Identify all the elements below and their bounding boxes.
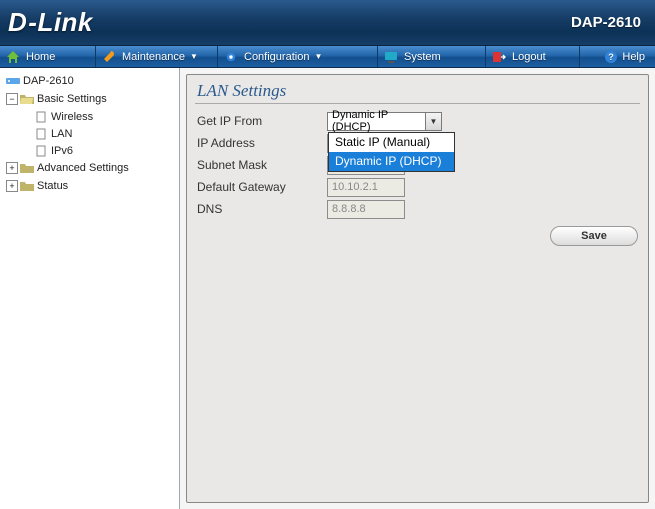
row-get-ip: Get IP From Dynamic IP (DHCP) ▼ Static I… (197, 110, 638, 132)
sidebar-tree: DAP-2610 − Basic Settings Wireless LAN I… (0, 68, 180, 509)
chevron-down-icon[interactable]: ▼ (425, 113, 441, 130)
nav-maintenance[interactable]: Maintenance ▼ (96, 46, 218, 67)
main-wrap: LAN Settings Get IP From Dynamic IP (DHC… (180, 68, 655, 509)
save-row: Save (197, 220, 638, 246)
nav-logout-label: Logout (512, 51, 546, 63)
collapse-icon[interactable]: − (6, 93, 18, 105)
dns-field[interactable] (327, 200, 405, 219)
label-ip-address: IP Address (197, 136, 327, 150)
get-ip-dropdown: Static IP (Manual) Dynamic IP (DHCP) (328, 132, 455, 172)
page-icon (34, 145, 48, 157)
nav-system-label: System (404, 51, 441, 63)
tree-root[interactable]: DAP-2610 (4, 72, 179, 90)
gear-icon (224, 50, 238, 64)
home-icon (6, 50, 20, 64)
folder-icon (20, 180, 34, 192)
model-label: DAP-2610 (571, 14, 641, 31)
body-container: DAP-2610 − Basic Settings Wireless LAN I… (0, 68, 655, 509)
content-panel: LAN Settings Get IP From Dynamic IP (DHC… (186, 74, 649, 503)
tree-basic-label: Basic Settings (37, 93, 107, 105)
tree-item-wireless[interactable]: Wireless (4, 108, 179, 125)
page-icon (34, 111, 48, 123)
tree-item-lan[interactable]: LAN (4, 125, 179, 142)
chevron-down-icon: ▼ (314, 52, 322, 61)
nav-configuration[interactable]: Configuration ▼ (218, 46, 378, 67)
nav-help[interactable]: ? Help (580, 46, 655, 67)
row-dns: DNS (197, 198, 638, 220)
tree-ipv6-label: IPv6 (51, 145, 73, 157)
row-gateway: Default Gateway (197, 176, 638, 198)
lan-form: Get IP From Dynamic IP (DHCP) ▼ Static I… (187, 110, 648, 502)
brand-logo: DD-Link-Link (8, 7, 93, 38)
header: DD-Link-Link DAP-2610 (0, 0, 655, 46)
label-get-ip: Get IP From (197, 114, 327, 128)
tree-lan-label: LAN (51, 128, 72, 140)
tree-status[interactable]: + Status (4, 177, 179, 195)
gateway-field[interactable] (327, 178, 405, 197)
folder-icon (20, 162, 34, 174)
label-dns: DNS (197, 202, 327, 216)
tree-item-ipv6[interactable]: IPv6 (4, 142, 179, 159)
tree-root-label: DAP-2610 (23, 75, 74, 87)
tree-advanced-settings[interactable]: + Advanced Settings (4, 159, 179, 177)
tree-advanced-label: Advanced Settings (37, 162, 129, 174)
expand-icon[interactable]: + (6, 162, 18, 174)
page-icon (34, 128, 48, 140)
tree-wireless-label: Wireless (51, 111, 93, 123)
expand-icon[interactable]: + (6, 180, 18, 192)
page-title: LAN Settings (187, 75, 648, 103)
divider (195, 103, 640, 104)
tree-status-label: Status (37, 180, 68, 192)
nav-home[interactable]: Home (0, 46, 96, 67)
option-static-ip[interactable]: Static IP (Manual) (329, 133, 454, 152)
top-navbar: Home Maintenance ▼ Configuration ▼ Syste… (0, 46, 655, 68)
device-icon (6, 75, 20, 87)
nav-help-label: Help (622, 51, 645, 63)
get-ip-select[interactable]: Dynamic IP (DHCP) ▼ Static IP (Manual) D… (327, 112, 442, 131)
option-dynamic-ip[interactable]: Dynamic IP (DHCP) (329, 152, 454, 171)
nav-configuration-label: Configuration (244, 51, 309, 63)
nav-maintenance-label: Maintenance (122, 51, 185, 63)
label-gateway: Default Gateway (197, 180, 327, 194)
logout-icon (492, 50, 506, 64)
folder-open-icon (20, 93, 34, 105)
system-icon (384, 50, 398, 64)
help-icon: ? (604, 50, 618, 64)
wrench-icon (102, 50, 116, 64)
get-ip-selected-value: Dynamic IP (DHCP) (328, 109, 425, 133)
nav-logout[interactable]: Logout (486, 46, 580, 67)
tree-basic-settings[interactable]: − Basic Settings (4, 90, 179, 108)
chevron-down-icon: ▼ (190, 52, 198, 61)
svg-text:?: ? (609, 52, 615, 62)
label-subnet: Subnet Mask (197, 158, 327, 172)
nav-system[interactable]: System (378, 46, 486, 67)
nav-home-label: Home (26, 51, 55, 63)
save-button[interactable]: Save (550, 226, 638, 246)
